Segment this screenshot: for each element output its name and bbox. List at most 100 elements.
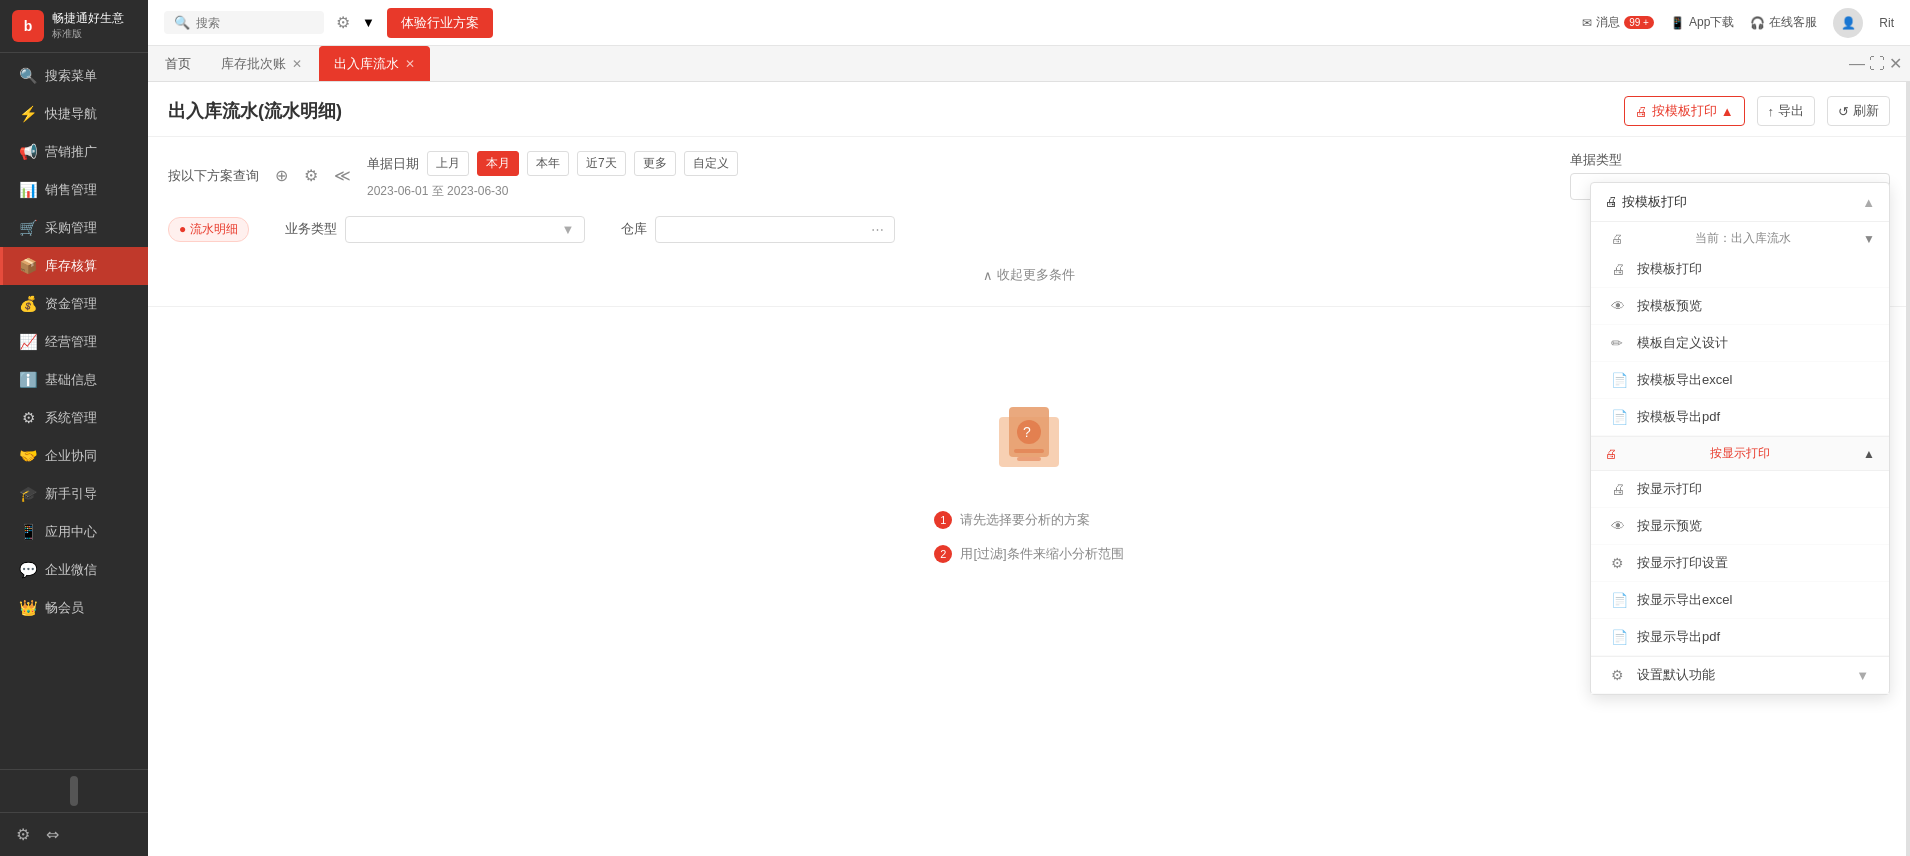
tab-inout-flow[interactable]: 出入库流水 ✕ xyxy=(319,46,430,81)
filter-collapse-arrow[interactable]: ≪ xyxy=(334,166,351,185)
sidebar-item-search[interactable]: 🔍 搜索菜单 xyxy=(0,57,148,95)
refresh-label: 刷新 xyxy=(1853,102,1879,120)
display-print-icon: 🖨 xyxy=(1611,481,1627,497)
sidebar-item-inventory[interactable]: 📦 库存核算 xyxy=(0,247,148,285)
empty-step-1: 1 请先选择要分析的方案 xyxy=(934,511,1123,529)
page-actions: 🖨 按模板打印 ▲ ↑ 导出 ↺ 刷新 xyxy=(1624,96,1890,126)
tag-label: 流水明细 xyxy=(190,221,238,238)
topbar-right: ✉ 消息 99 + 📱 App下载 🎧 在线客服 👤 Rit xyxy=(1582,8,1894,38)
search-input[interactable] xyxy=(196,16,296,30)
tab-inout-flow-close[interactable]: ✕ xyxy=(405,57,415,71)
display-section-label: 按显示打印 xyxy=(1710,445,1770,462)
template-excel-label: 按模板导出excel xyxy=(1637,371,1732,389)
msg-btn[interactable]: ✉ 消息 99 + xyxy=(1582,14,1654,31)
date-btn-custom[interactable]: 自定义 xyxy=(684,151,738,176)
warehouse-dropdown[interactable]: ⋯ xyxy=(655,216,895,243)
dropdown-title: 🖨 按模板打印 xyxy=(1605,193,1687,211)
sidebar-item-purchase[interactable]: 🛒 采购管理 xyxy=(0,209,148,247)
app-download-btn[interactable]: 📱 App下载 xyxy=(1670,14,1734,31)
tab-maximize-btn[interactable]: ⛶ xyxy=(1869,55,1885,73)
display-settings-icon: ⚙ xyxy=(1611,555,1627,571)
dropdown-item-set-default[interactable]: ⚙ 设置默认功能 ▼ xyxy=(1591,657,1889,694)
refresh-btn[interactable]: ↺ 刷新 xyxy=(1827,96,1890,126)
display-pdf-label: 按显示导出pdf xyxy=(1637,628,1720,646)
tab-inout-flow-label: 出入库流水 xyxy=(334,55,399,73)
collapse-conditions-btn[interactable]: ∧ 收起更多条件 xyxy=(983,258,1075,292)
dropdown-item-display-excel[interactable]: 📄 按显示导出excel xyxy=(1591,582,1889,619)
dropdown-item-template-preview[interactable]: 👁 按模板预览 xyxy=(1591,288,1889,325)
tab-batch-account[interactable]: 库存批次账 ✕ xyxy=(206,46,317,81)
empty-illustration: ? xyxy=(979,387,1079,487)
template-preview-label: 按模板预览 xyxy=(1637,297,1702,315)
topbar-dropdown-icon[interactable]: ▼ xyxy=(362,15,375,30)
dropdown-collapse-btn[interactable]: ▲ xyxy=(1862,195,1875,210)
dropdown-item-display-print[interactable]: 🖨 按显示打印 xyxy=(1591,471,1889,508)
dropdown-item-display-pdf[interactable]: 📄 按显示导出pdf xyxy=(1591,619,1889,656)
dropdown-item-template-print[interactable]: 🖨 按模板打印 xyxy=(1591,251,1889,288)
template-excel-icon: 📄 xyxy=(1611,372,1627,388)
dropdown-item-template-pdf[interactable]: 📄 按模板导出pdf xyxy=(1591,399,1889,436)
sidebar-item-finance[interactable]: 💰 资金管理 xyxy=(0,285,148,323)
display-pdf-icon: 📄 xyxy=(1611,629,1627,645)
basics-icon: ℹ️ xyxy=(19,371,37,389)
sidebar-label-quicknav: 快捷导航 xyxy=(45,105,97,123)
inventory-icon: 📦 xyxy=(19,257,37,275)
filter-tag-detail[interactable]: ● 流水明细 xyxy=(168,217,249,242)
sidebar-item-marketing[interactable]: 📢 营销推广 xyxy=(0,133,148,171)
date-btn-prev-month[interactable]: 上月 xyxy=(427,151,469,176)
dropdown-item-display-preview[interactable]: 👁 按显示预览 xyxy=(1591,508,1889,545)
sidebar-item-basics[interactable]: ℹ️ 基础信息 xyxy=(0,361,148,399)
guide-icon: 🎓 xyxy=(19,485,37,503)
sidebar-item-guide[interactable]: 🎓 新手引导 xyxy=(0,475,148,513)
settings-icon[interactable]: ⚙ xyxy=(16,825,30,844)
tab-home[interactable]: 首页 xyxy=(152,46,204,81)
topbar-gear-icon[interactable]: ⚙ xyxy=(336,13,350,32)
sidebar-item-system[interactable]: ⚙ 系统管理 xyxy=(0,399,148,437)
dropdown-item-display-settings[interactable]: ⚙ 按显示打印设置 xyxy=(1591,545,1889,582)
sidebar: b 畅捷通好生意 标准版 🔍 搜索菜单 ⚡ 快捷导航 📢 营销推广 📊 销售管理… xyxy=(0,0,148,856)
sidebar-item-member[interactable]: 👑 畅会员 xyxy=(0,589,148,627)
tab-minimize-btn[interactable]: — xyxy=(1849,55,1865,73)
sidebar-scroll-thumb[interactable] xyxy=(70,776,78,806)
print-template-btn[interactable]: 🖨 按模板打印 ▲ xyxy=(1624,96,1745,126)
sidebar-nav: 🔍 搜索菜单 ⚡ 快捷导航 📢 营销推广 📊 销售管理 🛒 采购管理 📦 库存核… xyxy=(0,53,148,769)
industry-btn[interactable]: 体验行业方案 xyxy=(387,8,493,38)
sidebar-label-sales: 销售管理 xyxy=(45,181,97,199)
dropdown-item-template-design[interactable]: ✏ 模板自定义设计 xyxy=(1591,325,1889,362)
dropdown-item-template-excel[interactable]: 📄 按模板导出excel xyxy=(1591,362,1889,399)
template-print-icon: 🖨 xyxy=(1611,261,1627,277)
print-arrow-up: ▲ xyxy=(1721,104,1734,119)
sidebar-item-operations[interactable]: 📈 经营管理 xyxy=(0,323,148,361)
user-avatar[interactable]: 👤 xyxy=(1833,8,1863,38)
tab-batch-account-label: 库存批次账 xyxy=(221,55,286,73)
page-header: 出入库流水(流水明细) 🖨 按模板打印 ▲ ↑ 导出 ↺ 刷新 xyxy=(148,82,1910,137)
export-btn[interactable]: ↑ 导出 xyxy=(1757,96,1816,126)
sidebar-item-sales[interactable]: 📊 销售管理 xyxy=(0,171,148,209)
date-btn-7days[interactable]: 近7天 xyxy=(577,151,626,176)
service-btn[interactable]: 🎧 在线客服 xyxy=(1750,14,1817,31)
step-text-2: 用[过滤]条件来缩小分析范围 xyxy=(960,545,1123,563)
filter-add-btn[interactable]: ⊕ xyxy=(275,166,288,185)
date-btn-this-month[interactable]: 本月 xyxy=(477,151,519,176)
sidebar-item-wechat[interactable]: 💬 企业微信 xyxy=(0,551,148,589)
wechat-icon: 💬 xyxy=(19,561,37,579)
sidebar-item-collab[interactable]: 🤝 企业协同 xyxy=(0,437,148,475)
date-btn-this-year[interactable]: 本年 xyxy=(527,151,569,176)
tab-close-all-btn[interactable]: ✕ xyxy=(1889,54,1902,73)
tab-batch-account-close[interactable]: ✕ xyxy=(292,57,302,71)
template-preview-icon: 👁 xyxy=(1611,298,1627,314)
resize-handle[interactable] xyxy=(1906,82,1910,856)
print-template-label: 按模板打印 xyxy=(1652,102,1717,120)
sidebar-item-quicknav[interactable]: ⚡ 快捷导航 xyxy=(0,95,148,133)
date-btn-more[interactable]: 更多 xyxy=(634,151,676,176)
filter-settings-btn[interactable]: ⚙ xyxy=(304,166,318,185)
biz-dropdown[interactable]: ▼ xyxy=(345,216,585,243)
sidebar-item-appcenter[interactable]: 📱 应用中心 xyxy=(0,513,148,551)
display-settings-label: 按显示打印设置 xyxy=(1637,554,1728,572)
topbar: 🔍 ⚙ ▼ 体验行业方案 ✉ 消息 99 + 📱 App下载 🎧 在线客服 👤 … xyxy=(148,0,1910,46)
display-section-icon: 🖨 xyxy=(1605,447,1617,461)
print-dropdown-panel: 🖨 按模板打印 ▲ 🖨 当前：出入库流水 ▼ 🖨 按模板打印 👁 按模板预览 ✏ xyxy=(1590,182,1890,695)
step-num-1: 1 xyxy=(934,511,952,529)
collapse-icon[interactable]: ⇔ xyxy=(46,825,59,844)
search-box[interactable]: 🔍 xyxy=(164,11,324,34)
